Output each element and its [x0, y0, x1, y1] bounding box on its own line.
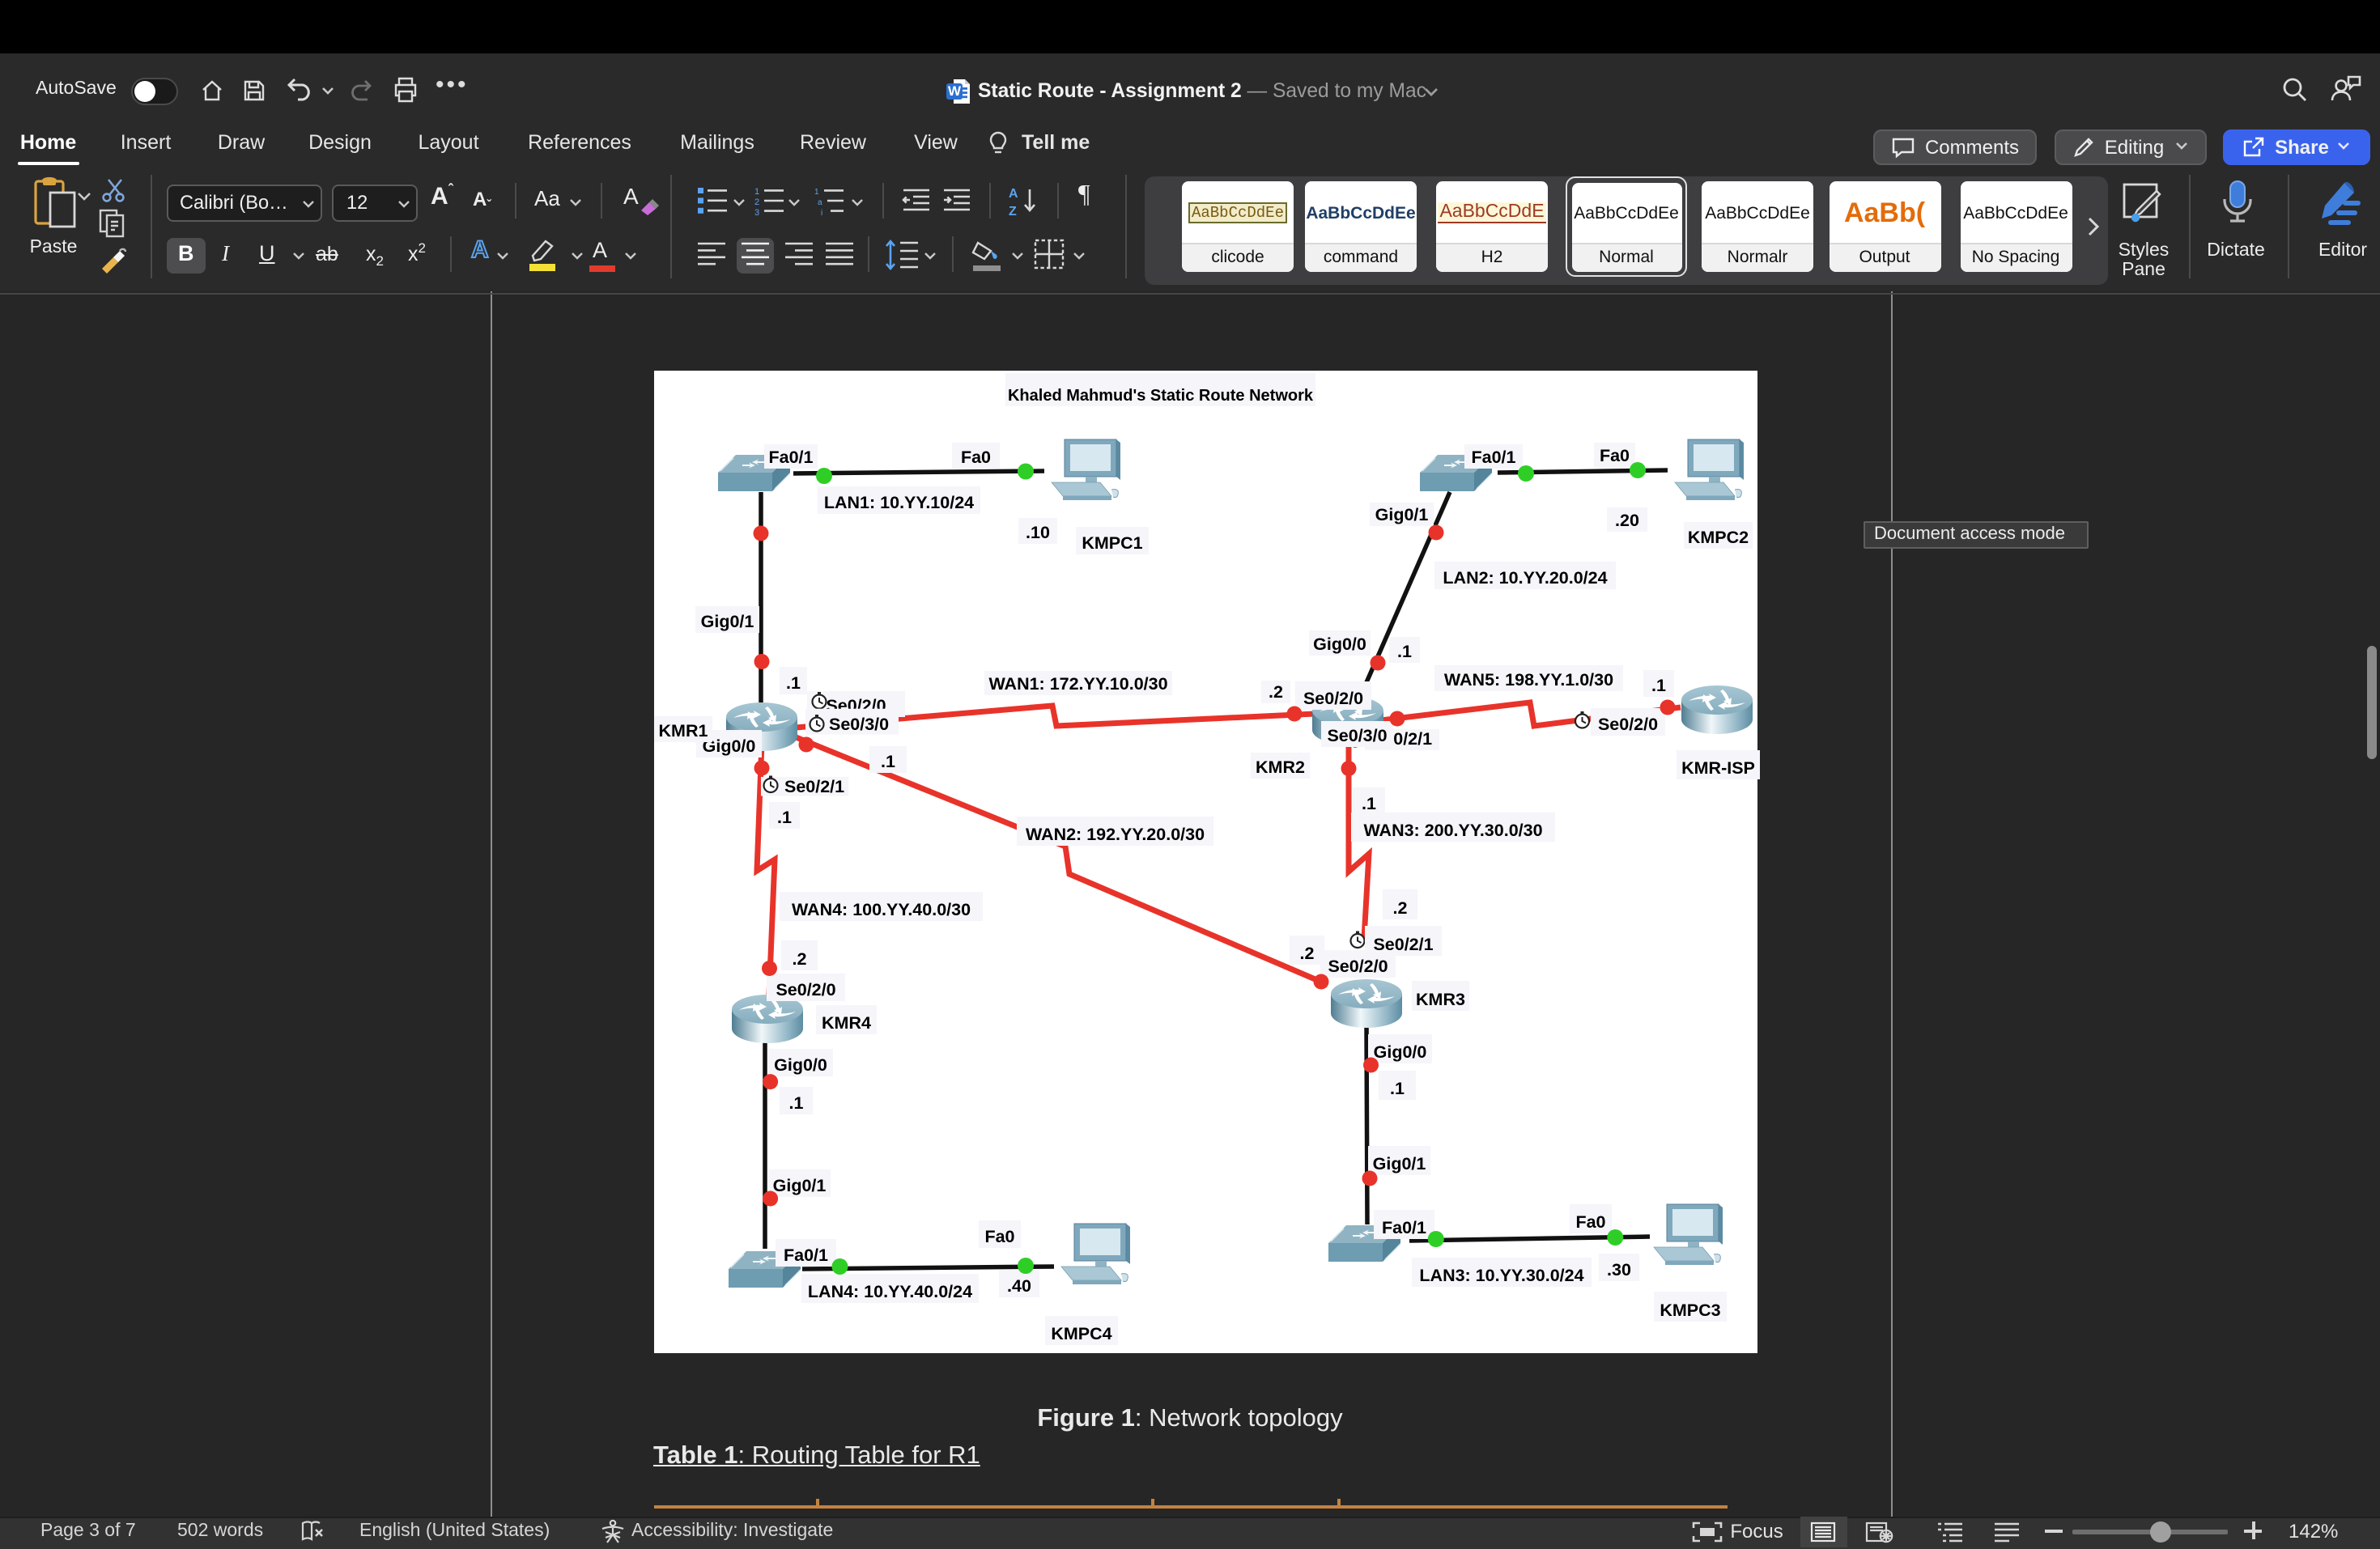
svg-text:KMR-ISP: KMR-ISP: [1681, 758, 1754, 777]
svg-text:KMR2: KMR2: [1255, 757, 1304, 776]
svg-text:1: 1: [754, 187, 759, 197]
svg-text:WAN1: 172.YY.10.0/30: WAN1: 172.YY.10.0/30: [988, 673, 1167, 693]
svg-text:Fa0: Fa0: [984, 1226, 1014, 1246]
svg-text:Se0/2/0: Se0/2/0: [1303, 688, 1362, 707]
svg-text:.20: .20: [1614, 510, 1638, 529]
svg-text:WAN2: 192.YY.20.0/30: WAN2: 192.YY.20.0/30: [1025, 824, 1204, 843]
svg-text:WAN3: 200.YY.30.0/30: WAN3: 200.YY.30.0/30: [1362, 820, 1541, 839]
svg-text:LAN4: 10.YY.40.0/24: LAN4: 10.YY.40.0/24: [807, 1281, 971, 1301]
svg-text:KMPC3: KMPC3: [1659, 1300, 1719, 1319]
svg-text:Khaled Mahmud's Static Route N: Khaled Mahmud's Static Route Network: [1007, 386, 1313, 404]
svg-text:.2: .2: [1268, 681, 1282, 701]
svg-text:KMR4: KMR4: [821, 1012, 870, 1032]
svg-text:LAN3: 10.YY.30.0/24: LAN3: 10.YY.30.0/24: [1418, 1265, 1583, 1284]
svg-text:W: W: [948, 83, 962, 98]
svg-text:.1: .1: [1651, 675, 1665, 694]
svg-text:1: 1: [814, 188, 819, 197]
svg-text:i: i: [821, 209, 822, 218]
svg-text:WAN4: 100.YY.40.0/30: WAN4: 100.YY.40.0/30: [791, 899, 970, 919]
svg-text:.1: .1: [776, 807, 791, 826]
svg-text:Se0/2/1: Se0/2/1: [784, 776, 844, 796]
svg-text:Se0/2/0: Se0/2/0: [1327, 956, 1387, 975]
svg-text:LAN2: 10.YY.20.0/24: LAN2: 10.YY.20.0/24: [1442, 567, 1606, 587]
svg-text:.1: .1: [785, 673, 800, 692]
svg-text:KMR1: KMR1: [658, 720, 708, 740]
svg-text:.2: .2: [1392, 898, 1407, 917]
svg-text:.1: .1: [1396, 641, 1411, 660]
svg-text:Se0/3/0: Se0/3/0: [828, 714, 888, 733]
svg-text:Gig0/0: Gig0/0: [1373, 1042, 1426, 1061]
svg-text:Fa0/1: Fa0/1: [783, 1245, 827, 1264]
svg-text:.1: .1: [1361, 793, 1375, 813]
svg-text:KMR3: KMR3: [1415, 989, 1464, 1008]
svg-text:Gig0/1: Gig0/1: [772, 1175, 826, 1195]
svg-text:a: a: [818, 198, 822, 207]
svg-text:KMPC2: KMPC2: [1687, 527, 1748, 546]
svg-text:KMPC1: KMPC1: [1081, 533, 1141, 552]
svg-text:A: A: [1009, 187, 1018, 201]
svg-text:Gig0/1: Gig0/1: [700, 611, 754, 630]
svg-text:.2: .2: [792, 948, 806, 968]
svg-text:WAN5: 198.YY.1.0/30: WAN5: 198.YY.1.0/30: [1443, 669, 1613, 689]
svg-text:KMPC4: KMPC4: [1050, 1323, 1111, 1343]
svg-text:Fa0/1: Fa0/1: [768, 447, 813, 466]
svg-text:Fa0: Fa0: [1575, 1212, 1604, 1231]
svg-text:Fa0/1: Fa0/1: [1381, 1217, 1426, 1237]
svg-text:.1: .1: [788, 1093, 803, 1112]
svg-text:.40: .40: [1006, 1275, 1031, 1295]
svg-text:Fa0/1: Fa0/1: [1471, 447, 1515, 466]
svg-text:Fa0: Fa0: [960, 447, 990, 466]
svg-text:Gig0/1: Gig0/1: [1375, 504, 1428, 524]
svg-text:.10: .10: [1025, 522, 1049, 541]
svg-text:.2: .2: [1299, 943, 1314, 962]
svg-text:Fa0: Fa0: [1599, 445, 1629, 465]
svg-text:3: 3: [754, 208, 759, 218]
svg-text:Z: Z: [1009, 205, 1017, 219]
svg-text:2: 2: [754, 197, 759, 207]
svg-text:Se0/2/0: Se0/2/0: [775, 979, 835, 999]
svg-text:Gig0/1: Gig0/1: [1372, 1153, 1426, 1173]
svg-text:.1: .1: [880, 751, 895, 770]
svg-text:Se0/2/0: Se0/2/0: [1597, 714, 1657, 733]
svg-text:Se0/3/0: Se0/3/0: [1326, 725, 1386, 745]
svg-text:Gig0/0: Gig0/0: [1312, 634, 1366, 653]
svg-text:LAN1: 10.YY.10/24: LAN1: 10.YY.10/24: [823, 492, 973, 511]
svg-text:.1: .1: [1389, 1078, 1404, 1097]
svg-text:Gig0/0: Gig0/0: [773, 1055, 827, 1074]
svg-text:.30: .30: [1606, 1259, 1630, 1279]
